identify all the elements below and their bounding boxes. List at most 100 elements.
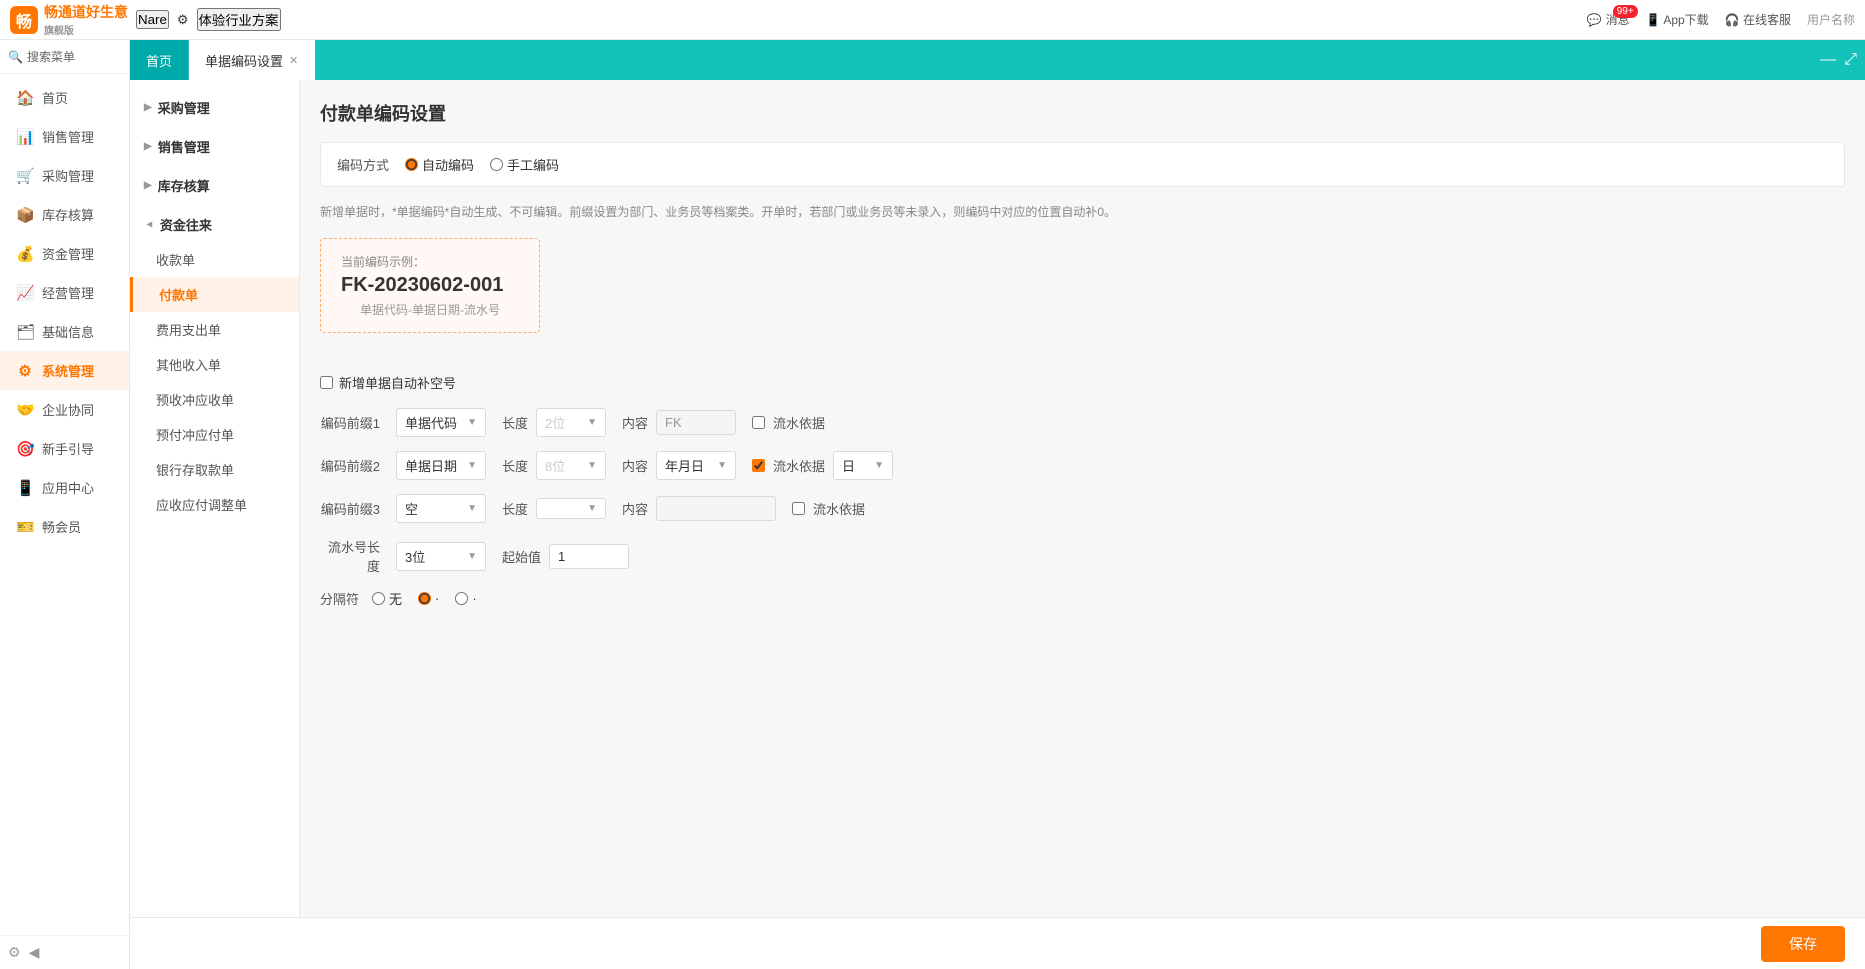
app-download-button[interactable]: 📱 App下载 xyxy=(1646,11,1709,28)
prefix1-content-group: 内容 xyxy=(622,410,736,435)
sidebar-item-system[interactable]: ⚙ 系统管理 xyxy=(0,351,129,390)
start-value-input[interactable] xyxy=(549,544,629,569)
tab-close-icon[interactable]: ✕ xyxy=(289,54,298,67)
sub-nav-item-bank-deposit[interactable]: 银行存取款单 xyxy=(130,452,299,487)
dropdown-arrow-icon: ▼ xyxy=(587,503,597,514)
settings-bottom-icon[interactable]: ⚙ xyxy=(8,944,21,961)
arrow-icon: ▶ xyxy=(144,141,152,152)
sidebar-item-enterprise[interactable]: 🤝 企业协同 xyxy=(0,390,129,429)
prefix3-watermark-group: 流水依据 xyxy=(792,499,865,518)
prefix2-select[interactable]: 单据日期 ▼ xyxy=(396,451,486,480)
system-icon: ⚙ xyxy=(16,362,34,380)
guide-icon: 🎯 xyxy=(16,440,34,458)
prefix1-watermark-label: 流水依据 xyxy=(773,413,825,432)
sidebar-item-member[interactable]: 🎫 畅会员 xyxy=(0,507,129,546)
prefix3-watermark-checkbox[interactable] xyxy=(792,502,805,515)
separator-dot2-option[interactable]: · xyxy=(455,591,476,606)
sub-nav-item-other-income[interactable]: 其他收入单 xyxy=(130,347,299,382)
sub-nav-group-sales-title[interactable]: ▶ 销售管理 xyxy=(130,129,299,164)
dropdown-arrow-icon: ▼ xyxy=(874,460,884,471)
collapse-icon[interactable]: ◀ xyxy=(29,944,40,961)
sales-icon: 📊 xyxy=(16,128,34,146)
manual-encode-radio[interactable] xyxy=(490,158,503,171)
sub-nav-item-receipt[interactable]: 收款单 xyxy=(130,242,299,277)
sub-nav-item-prepay-offset-recv[interactable]: 预收冲应收单 xyxy=(130,382,299,417)
manual-encode-option[interactable]: 手工编码 xyxy=(490,155,559,174)
prefix2-length-group: 长度 8位 ▼ xyxy=(502,451,606,480)
prefix2-content-select[interactable]: 年月日 ▼ xyxy=(656,451,736,480)
sub-nav-item-expense[interactable]: 费用支出单 xyxy=(130,312,299,347)
logo-text: 畅通道好生意 旗舰版 xyxy=(44,2,128,37)
tab-home[interactable]: 首页 xyxy=(130,40,189,80)
prefix3-length-select[interactable]: ▼ xyxy=(536,498,606,519)
tab-maximize-icon[interactable]: ⤢ xyxy=(1844,51,1857,69)
search-menu[interactable]: 🔍 搜索菜单 xyxy=(0,40,129,74)
separator-dot-option[interactable]: · xyxy=(418,591,439,606)
settings-icon[interactable]: ⚙ xyxy=(177,12,189,28)
sidebar-bottom: ⚙ ◀ xyxy=(0,935,129,969)
prefix2-cycle-select[interactable]: 日 ▼ xyxy=(833,451,893,480)
prefix1-length-label: 长度 xyxy=(502,413,528,432)
trial-button[interactable]: 体验行业方案 xyxy=(197,8,281,31)
sub-nav-group-sales: ▶ 销售管理 xyxy=(130,129,299,164)
user-name[interactable]: 用户名称 xyxy=(1807,11,1855,28)
home-icon: 🏠 xyxy=(16,89,34,107)
sub-nav-group-purchase-title[interactable]: ▶ 采购管理 xyxy=(130,90,299,125)
prefix2-content-group: 内容 年月日 ▼ xyxy=(622,451,736,480)
prefix1-select[interactable]: 单据代码 ▼ xyxy=(396,408,486,437)
sidebar-item-guide[interactable]: 🎯 新手引导 xyxy=(0,429,129,468)
sidebar-item-sales[interactable]: 📊 销售管理 xyxy=(0,117,129,156)
sidebar-item-operations[interactable]: 📈 经营管理 xyxy=(0,273,129,312)
prefix3-content-input[interactable] xyxy=(656,496,776,521)
prefix2-length-select[interactable]: 8位 ▼ xyxy=(536,451,606,480)
tab-bar: 首页 单据编码设置 ✕ — ⤢ xyxy=(130,40,1865,80)
prefix3-select[interactable]: 空 ▼ xyxy=(396,494,486,523)
start-value-label: 起始值 xyxy=(502,547,541,566)
prefix1-content-input[interactable] xyxy=(656,410,736,435)
auto-fill-checkbox[interactable] xyxy=(320,376,333,389)
sidebar-item-home[interactable]: 🏠 首页 xyxy=(0,78,129,117)
auto-encode-option[interactable]: 自动编码 xyxy=(405,155,474,174)
save-button[interactable]: 保存 xyxy=(1761,926,1845,962)
sub-nav-group-inventory: ▶ 库存核算 xyxy=(130,168,299,203)
tab-minimize-icon[interactable]: — xyxy=(1820,51,1836,69)
sidebar-item-basic[interactable]: 🗂 基础信息 xyxy=(0,312,129,351)
sub-nav-group-finance-title[interactable]: ▼ 资金往来 xyxy=(130,207,299,242)
enterprise-icon: 🤝 xyxy=(16,401,34,419)
sub-nav-item-payment[interactable]: 付款单 xyxy=(130,277,299,312)
prefix1-label: 编码前缀1 xyxy=(320,413,380,432)
separator-dot-radio[interactable] xyxy=(418,592,431,605)
separator-none-radio[interactable] xyxy=(372,592,385,605)
serial-length-select[interactable]: 3位 ▼ xyxy=(396,542,486,571)
message-button[interactable]: 💬 消息 99+ xyxy=(1587,11,1630,28)
sidebar-item-purchase[interactable]: 🛒 采购管理 xyxy=(0,156,129,195)
separator-none-option[interactable]: 无 xyxy=(372,589,402,608)
separator-dot2-radio[interactable] xyxy=(455,592,468,605)
top-bar-right: 💬 消息 99+ 📱 App下载 🎧 在线客服 用户名称 xyxy=(1587,11,1855,28)
basic-icon: 🗂 xyxy=(16,323,34,341)
sidebar-item-apps[interactable]: 📱 应用中心 xyxy=(0,468,129,507)
search-icon: 🔍 xyxy=(8,50,23,64)
sidebar-item-inventory[interactable]: 📦 库存核算 xyxy=(0,195,129,234)
prefix3-length-group: 长度 ▼ xyxy=(502,498,606,519)
prefix2-watermark-checkbox[interactable] xyxy=(752,459,765,472)
prefix1-length-select[interactable]: 2位 ▼ xyxy=(536,408,606,437)
preview-section: 当前编码示例： FK-20230602-001 单据代码-单据日期-流水号 xyxy=(320,238,1845,353)
tab-code-settings[interactable]: 单据编码设置 ✕ xyxy=(189,40,315,80)
sub-nav-item-receivable-adjust[interactable]: 应收应付调整单 xyxy=(130,487,299,522)
prefix2-content-label: 内容 xyxy=(622,456,648,475)
sub-nav-item-prepay-offset-pay[interactable]: 预付冲应付单 xyxy=(130,417,299,452)
member-icon: 🎫 xyxy=(16,518,34,536)
prefix1-content-label: 内容 xyxy=(622,413,648,432)
logo-area: 畅 畅通道好生意 旗舰版 xyxy=(10,2,128,37)
logo-icon: 畅 xyxy=(10,6,38,34)
separator-radio-group: 无 · · xyxy=(372,589,477,608)
sub-nav-group-inventory-title[interactable]: ▶ 库存核算 xyxy=(130,168,299,203)
org-dropdown[interactable]: Nare xyxy=(136,10,169,29)
online-service-button[interactable]: 🎧 在线客服 xyxy=(1725,11,1791,28)
sub-nav-group-purchase: ▶ 采购管理 xyxy=(130,90,299,125)
sidebar-item-finance[interactable]: 💰 资金管理 xyxy=(0,234,129,273)
prefix1-watermark-checkbox[interactable] xyxy=(752,416,765,429)
prefix3-watermark-label: 流水依据 xyxy=(813,499,865,518)
auto-encode-radio[interactable] xyxy=(405,158,418,171)
